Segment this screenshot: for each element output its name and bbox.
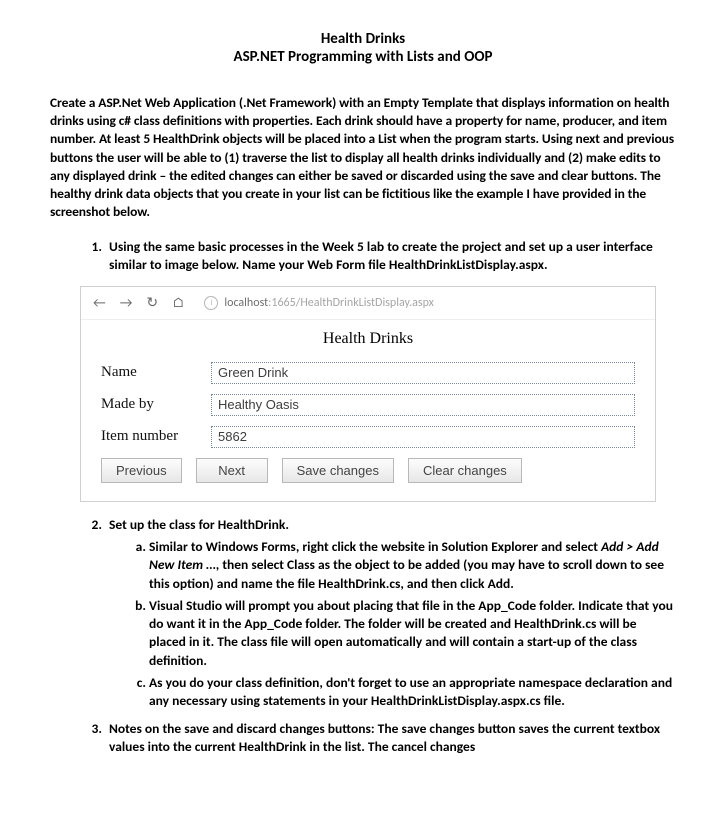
form-heading: Health Drinks — [101, 330, 635, 348]
input-madeby[interactable] — [211, 394, 635, 416]
forward-icon[interactable]: → — [120, 294, 133, 311]
doc-title-1: Health Drinks — [50, 30, 676, 48]
input-item[interactable] — [211, 426, 635, 448]
save-changes-button[interactable]: Save changes — [282, 458, 394, 483]
input-name[interactable] — [211, 362, 635, 384]
back-icon[interactable]: ← — [93, 294, 106, 311]
browser-navbar: ← → ↻ ⌂ i localhost:1665/HealthDrinkList… — [81, 287, 655, 320]
row-item: Item number — [101, 426, 635, 448]
row-name: Name — [101, 362, 635, 384]
step-2: Set up the class for HealthDrink. Simila… — [105, 516, 676, 710]
next-button[interactable]: Next — [196, 458, 268, 483]
step-3: Notes on the save and discard changes bu… — [105, 720, 676, 756]
button-row: Previous Next Save changes Clear changes — [101, 458, 635, 483]
label-madeby: Made by — [101, 396, 211, 413]
step-2c: As you do your class definition, don't f… — [149, 674, 676, 710]
intro-paragraph: Create a ASP.Net Web Application (.Net F… — [50, 94, 676, 222]
url-bar[interactable]: i localhost:1665/HealthDrinkListDisplay.… — [198, 293, 643, 313]
info-icon: i — [204, 296, 218, 310]
step-2a-post: , then select Class as the object to be … — [149, 556, 664, 591]
step-2a-pre: Similar to Windows Forms, right click th… — [149, 538, 601, 555]
previous-button[interactable]: Previous — [101, 458, 182, 483]
doc-title-2: ASP.NET Programming with Lists and OOP — [50, 48, 676, 66]
refresh-icon[interactable]: ↻ — [146, 294, 158, 311]
clear-changes-button[interactable]: Clear changes — [408, 458, 522, 483]
step-1: Using the same basic processes in the We… — [105, 238, 676, 274]
step-2b: Visual Studio will prompt you about plac… — [149, 597, 676, 670]
url-path: :1665/HealthDrinkListDisplay.aspx — [268, 296, 434, 310]
home-icon[interactable]: ⌂ — [172, 294, 184, 311]
label-name: Name — [101, 364, 211, 381]
url-host: localhost — [224, 296, 268, 310]
step-2-lead: Set up the class for HealthDrink. — [109, 516, 289, 533]
browser-mock: ← → ↻ ⌂ i localhost:1665/HealthDrinkList… — [80, 286, 656, 502]
page-content: Health Drinks Name Made by Item number P… — [81, 320, 655, 501]
step-2a: Similar to Windows Forms, right click th… — [149, 538, 676, 593]
row-madeby: Made by — [101, 394, 635, 416]
label-item: Item number — [101, 428, 211, 445]
step-1-text: Using the same basic processes in the We… — [109, 238, 653, 273]
